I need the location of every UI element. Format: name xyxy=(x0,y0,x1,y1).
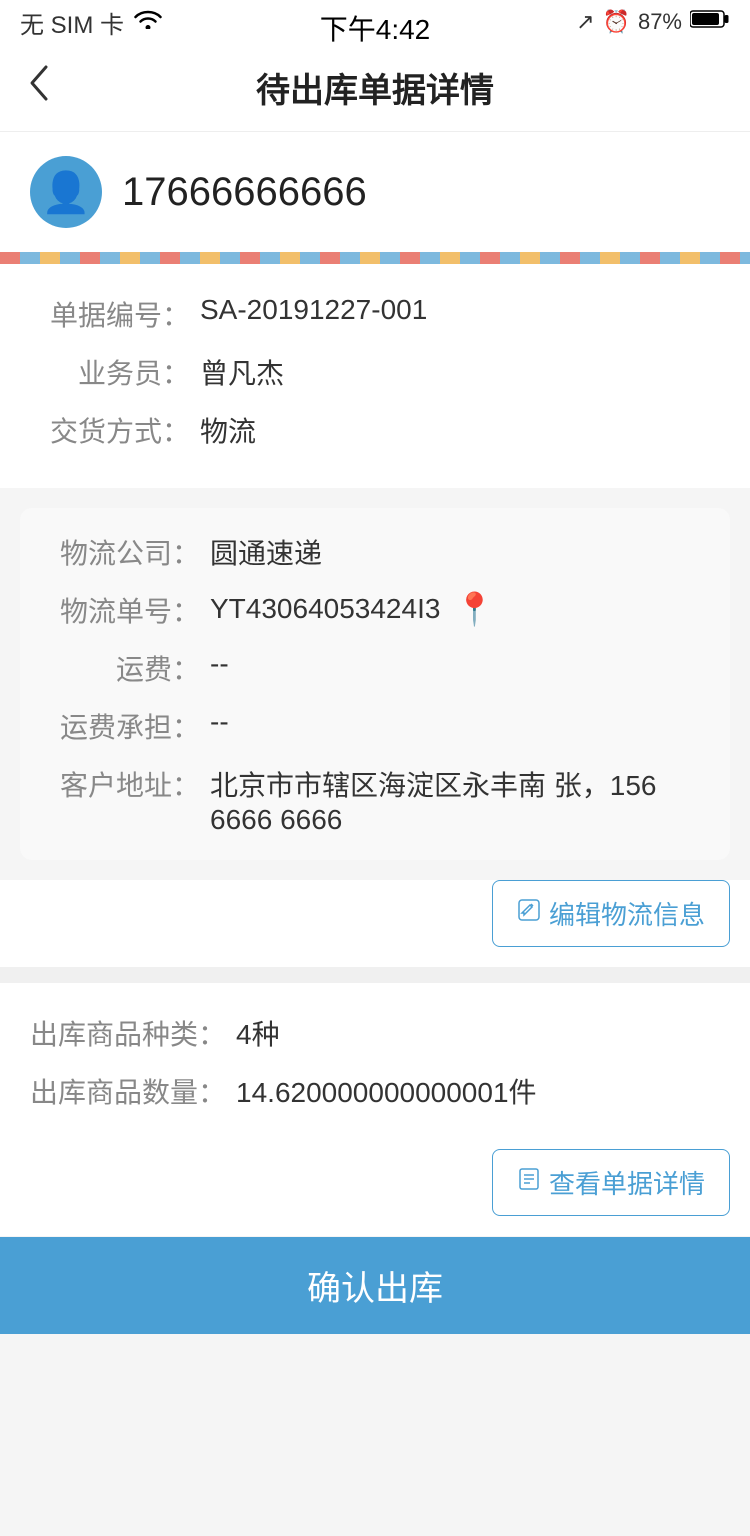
address-label: 客户地址： xyxy=(40,764,200,804)
carrier-text: 无 SIM 卡 xyxy=(20,5,124,40)
back-button[interactable] xyxy=(28,63,52,112)
edit-icon xyxy=(517,898,541,929)
avatar: 👤 xyxy=(30,156,102,228)
gray-divider-1 xyxy=(0,967,750,983)
status-right: ↗ ⏰ 87% xyxy=(576,9,730,35)
logistics-card: 物流公司： 圆通速递 物流单号： YT43064053424I3 📍 运费： -… xyxy=(20,508,730,860)
dashed-divider xyxy=(0,252,750,264)
edit-logistics-button[interactable]: 编辑物流信息 xyxy=(492,880,730,947)
status-time: 下午4:42 xyxy=(320,8,431,48)
location-service-icon: ↗ xyxy=(576,9,594,35)
freight-bearer-value: -- xyxy=(210,706,710,738)
product-quantity-value: 14.620000000000001件 xyxy=(236,1071,720,1111)
salesperson-row: 业务员： 曾凡杰 xyxy=(30,352,720,392)
delivery-value: 物流 xyxy=(200,410,720,450)
freight-bearer-label: 运费承担： xyxy=(40,706,200,746)
tracking-row: 物流单号： YT43064053424I3 📍 xyxy=(40,590,710,630)
product-type-label: 出库商品种类： xyxy=(30,1013,226,1053)
tracking-label: 物流单号： xyxy=(40,590,200,630)
freight-bearer-row: 运费承担： -- xyxy=(40,706,710,746)
address-value: 北京市市辖区海淀区永丰南 张，156 6666 6666 xyxy=(210,764,710,836)
status-left: 无 SIM 卡 xyxy=(20,5,162,40)
confirm-button-container: 确认出库 xyxy=(0,1237,750,1334)
view-detail-row: 查看单据详情 xyxy=(0,1149,750,1236)
page-title: 待出库单据详情 xyxy=(256,63,494,112)
freight-label: 运费： xyxy=(40,648,200,688)
confirm-outbound-button[interactable]: 确认出库 xyxy=(0,1261,750,1310)
document-info-section: 单据编号： SA-20191227-001 业务员： 曾凡杰 交货方式： 物流 xyxy=(0,264,750,488)
product-section: 出库商品种类： 4种 出库商品数量： 14.620000000000001件 xyxy=(0,983,750,1149)
freight-row: 运费： -- xyxy=(40,648,710,688)
product-type-row: 出库商品种类： 4种 xyxy=(30,1013,720,1053)
product-quantity-label: 出库商品数量： xyxy=(30,1071,226,1111)
logistics-company-row: 物流公司： 圆通速递 xyxy=(40,532,710,572)
salesperson-value: 曾凡杰 xyxy=(200,352,720,392)
battery-icon xyxy=(690,9,730,35)
document-number-row: 单据编号： SA-20191227-001 xyxy=(30,294,720,334)
nav-bar: 待出库单据详情 xyxy=(0,44,750,132)
delivery-label: 交货方式： xyxy=(30,410,190,450)
product-type-value: 4种 xyxy=(236,1013,720,1053)
logistics-company-label: 物流公司： xyxy=(40,532,200,572)
delivery-row: 交货方式： 物流 xyxy=(30,410,720,450)
status-bar: 无 SIM 卡 下午4:42 ↗ ⏰ 87% xyxy=(0,0,750,44)
view-detail-button[interactable]: 查看单据详情 xyxy=(492,1149,730,1216)
product-quantity-row: 出库商品数量： 14.620000000000001件 xyxy=(30,1071,720,1111)
freight-value: -- xyxy=(210,648,710,680)
customer-header: 👤 17666666666 xyxy=(0,132,750,252)
battery-text: 87% xyxy=(638,9,682,35)
document-icon xyxy=(517,1167,541,1198)
customer-phone: 17666666666 xyxy=(122,170,367,215)
address-row: 客户地址： 北京市市辖区海淀区永丰南 张，156 6666 6666 xyxy=(40,764,710,836)
edit-logistics-row: 编辑物流信息 xyxy=(0,880,750,967)
document-number-label: 单据编号： xyxy=(30,294,190,334)
alarm-icon: ⏰ xyxy=(603,9,630,35)
tracking-value: YT43064053424I3 📍 xyxy=(210,590,710,628)
logistics-company-value: 圆通速递 xyxy=(210,532,710,572)
salesperson-label: 业务员： xyxy=(30,352,190,392)
wifi-icon xyxy=(134,8,162,36)
map-pin-icon[interactable]: 📍 xyxy=(454,590,494,628)
person-icon: 👤 xyxy=(41,169,91,216)
edit-logistics-label: 编辑物流信息 xyxy=(549,895,705,932)
view-detail-label: 查看单据详情 xyxy=(549,1164,705,1201)
document-number-value: SA-20191227-001 xyxy=(200,294,720,326)
